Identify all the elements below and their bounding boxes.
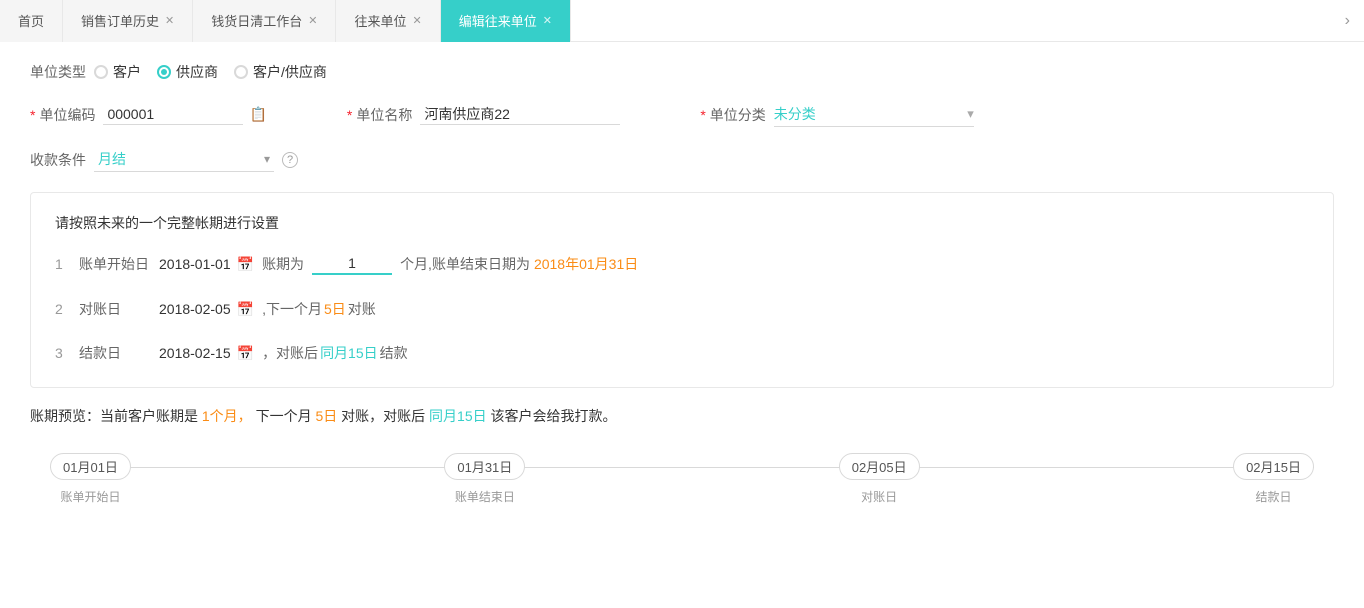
calendar-icon-1[interactable]: 📅 [237, 256, 254, 273]
unit-category-field: * 单位分类 未分类 ▾ [700, 102, 973, 127]
step-note-prefix-1: 账期为 [262, 254, 304, 274]
timeline-sublabel-2: 对账日 [861, 488, 897, 505]
unit-name-required: * [347, 107, 352, 123]
timeline-nodes: 01月01日账单开始日 01月31日账单结束日 02月05日对账日 02月15日结款日 [50, 453, 1314, 505]
unit-type-radio-group: 客户 供应商 客户/供应商 [94, 62, 327, 82]
main-content: 单位类型 客户 供应商 客户/供应商 * 单位编码 📋 * 单位名称 * 单位分类 … [0, 42, 1364, 608]
tab-edit-partner[interactable]: 编辑往来单位 ✕ [441, 0, 571, 42]
timeline-badge-2: 02月05日 [839, 453, 920, 480]
calendar-icon-2[interactable]: 📅 [237, 301, 254, 318]
radio-option-0[interactable]: 客户 [94, 62, 141, 82]
step-row-1: 1 账单开始日 2018-01-01 📅 账期为 个月,账单结束日期为 2018… [55, 253, 1309, 275]
tab-home[interactable]: 首页 [0, 0, 63, 42]
preview-highlight-1: 1个月， [202, 408, 252, 424]
radio-option-2[interactable]: 客户/供应商 [234, 62, 327, 82]
payment-condition-row: 收款条件 月结 ▾ ? [30, 147, 1334, 172]
tab-partner[interactable]: 往来单位 ✕ [336, 0, 440, 42]
timeline-badge-1: 01月31日 [444, 453, 525, 480]
payment-condition-label: 收款条件 [30, 150, 86, 170]
unit-code-field: * 单位编码 📋 [30, 104, 267, 125]
unit-type-label: 单位类型 [30, 62, 86, 82]
unit-info-row: * 单位编码 📋 * 单位名称 * 单位分类 未分类 ▾ [30, 102, 1334, 127]
timeline-node-2: 02月05日对账日 [839, 453, 920, 505]
step-num-1: 1 [55, 256, 79, 272]
tab-close-sales-history[interactable]: ✕ [165, 14, 174, 27]
step-date-3: 2018-02-15 [159, 345, 231, 361]
timeline-node-3: 02月15日结款日 [1233, 453, 1314, 505]
timeline-sublabel-0: 账单开始日 [60, 488, 120, 505]
tabs-bar: 首页销售订单历史 ✕钱货日清工作台 ✕往来单位 ✕编辑往来单位 ✕ › [0, 0, 1364, 42]
step-highlight-3: 同月15日 [320, 343, 378, 363]
timeline-node-0: 01月01日账单开始日 [50, 453, 131, 505]
unit-code-label: 单位编码 [39, 105, 95, 125]
timeline-badge-0: 01月01日 [50, 453, 131, 480]
payment-condition-field: 收款条件 月结 ▾ ? [30, 147, 298, 172]
preview-middle-2: 对账，对账后 [341, 408, 425, 424]
timeline-node-1: 01月31日账单结束日 [444, 453, 525, 505]
calendar-icon-3[interactable]: 📅 [237, 345, 254, 362]
step-note-suffix-1: 个月,账单结束日期为 [400, 254, 530, 274]
step-label-1: 账单开始日 [79, 254, 159, 274]
step-highlight-1: 2018年01月31日 [534, 254, 638, 274]
unit-category-select[interactable]: 未分类 ▾ [774, 102, 974, 127]
step-date-2: 2018-02-05 [159, 301, 231, 317]
preview-suffix: 该客户会给我打款。 [491, 408, 617, 424]
payment-condition-value: 月结 [98, 149, 256, 169]
unit-code-copy-icon[interactable]: 📋 [249, 106, 266, 123]
unit-name-input[interactable] [420, 104, 620, 125]
unit-type-row: 单位类型 客户 供应商 客户/供应商 [30, 62, 1334, 82]
preview-middle: 下一个月 [256, 408, 312, 424]
radio-circle-2 [234, 65, 248, 79]
step-label-2: 对账日 [79, 299, 159, 319]
radio-label-0: 客户 [113, 62, 141, 82]
radio-circle-1 [157, 65, 171, 79]
step-row-2: 2 对账日 2018-02-05 📅 ,下一个月 5日 对账 [55, 299, 1309, 319]
radio-label-1: 供应商 [176, 62, 218, 82]
tab-sales-history[interactable]: 销售订单历史 ✕ [63, 0, 193, 42]
unit-type-field: 单位类型 客户 供应商 客户/供应商 [30, 62, 327, 82]
unit-cat-required: * [700, 107, 705, 123]
tabs-more-button[interactable]: › [1331, 12, 1364, 30]
step-label-3: 结款日 [79, 343, 159, 363]
preview-text: 账期预览：当前客户账期是 1个月， 下一个月 5日 对账，对账后 同月15日 该… [30, 404, 1334, 429]
tab-close-partner[interactable]: ✕ [413, 14, 422, 27]
period-input-1[interactable] [312, 253, 392, 275]
preview-highlight-3: 同月15日 [429, 408, 487, 424]
period-section: 请按照未来的一个完整帐期进行设置 1 账单开始日 2018-01-01 📅 账期… [30, 192, 1334, 388]
step-highlight-2: 5日 [324, 299, 346, 319]
step-num-2: 2 [55, 301, 79, 317]
unit-code-required: * [30, 107, 35, 123]
section-title: 请按照未来的一个完整帐期进行设置 [55, 213, 1309, 233]
tab-close-edit-partner[interactable]: ✕ [543, 14, 552, 27]
timeline-badge-3: 02月15日 [1233, 453, 1314, 480]
timeline-sublabel-1: 账单结束日 [455, 488, 515, 505]
radio-label-2: 客户/供应商 [253, 62, 327, 82]
preview-highlight-2: 5日 [315, 408, 337, 424]
step-row-3: 3 结款日 2018-02-15 📅 ，对账后 同月15日 结款 [55, 343, 1309, 363]
step-note-prefix-3: ，对账后 [262, 343, 318, 363]
unit-category-value: 未分类 [774, 104, 967, 124]
radio-option-1[interactable]: 供应商 [157, 62, 218, 82]
step-num-3: 3 [55, 345, 79, 361]
step-note-suffix-2: 对账 [348, 299, 376, 319]
timeline: 01月01日账单开始日 01月31日账单结束日 02月05日对账日 02月15日结款日 [30, 453, 1334, 505]
timeline-sublabel-3: 结款日 [1256, 488, 1292, 505]
payment-condition-help[interactable]: ? [282, 152, 298, 168]
step-note-suffix-3: 结款 [380, 343, 408, 363]
step-date-1: 2018-01-01 [159, 256, 231, 272]
unit-category-label: 单位分类 [710, 105, 766, 125]
unit-category-arrow: ▾ [967, 106, 974, 122]
unit-code-input[interactable] [103, 104, 243, 125]
unit-name-label: 单位名称 [356, 105, 412, 125]
step-note-prefix-2: ,下一个月 [262, 299, 322, 319]
tab-close-cash-work[interactable]: ✕ [308, 14, 317, 27]
radio-circle-0 [94, 65, 108, 79]
payment-condition-arrow: ▾ [264, 152, 270, 166]
tab-cash-work[interactable]: 钱货日清工作台 ✕ [193, 0, 336, 42]
payment-condition-select[interactable]: 月结 ▾ [94, 147, 274, 172]
preview-prefix: 账期预览：当前客户账期是 [30, 408, 198, 424]
unit-name-field: * 单位名称 [347, 104, 620, 125]
